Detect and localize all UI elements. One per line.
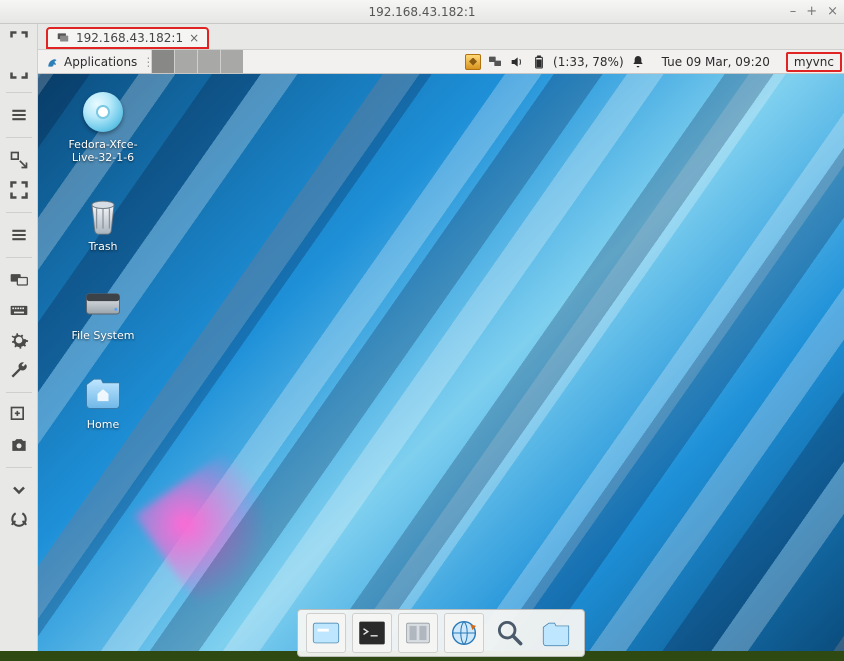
show-desktop-icon [309,616,343,650]
desktop-icon-live-disc[interactable]: Fedora-Xfce-Live-32-1-6 [58,90,148,164]
file-manager-icon [401,616,435,650]
vnc-tab-close-icon[interactable]: × [189,31,199,45]
dock-home-folder[interactable] [536,613,576,653]
desktop-icon-filesystem[interactable]: File System [58,281,148,342]
drive-icon [81,281,125,325]
menu-icon[interactable] [7,103,31,127]
desktop-icon-trash[interactable]: Trash [58,192,148,253]
workspace-1[interactable] [151,50,174,73]
applications-label: Applications [64,55,137,69]
panel-user-label: myvnc [794,55,834,69]
home-folder-icon [81,370,125,414]
trash-icon [81,192,125,236]
corners-bottom-icon[interactable] [7,58,31,82]
window-maximize-button[interactable]: + [806,4,817,19]
panel-user-button[interactable]: myvnc [786,52,842,72]
vnc-client-toolbar [0,24,38,661]
applications-menu-button[interactable]: Applications [38,50,145,73]
volume-icon[interactable] [509,54,525,70]
monitor-icon [56,31,70,45]
xfce-bottom-dock [297,609,585,657]
dock-file-manager[interactable] [398,613,438,653]
dock-app-finder[interactable] [490,613,530,653]
magnifier-icon [493,616,527,650]
battery-icon[interactable] [531,54,547,70]
workspace-3[interactable] [197,50,220,73]
menu-small-icon[interactable] [7,223,31,247]
window-minimize-button[interactable]: – [790,4,797,19]
desktop-icon-label: Fedora-Xfce-Live-32-1-6 [58,138,148,164]
vnc-tab-label: 192.168.43.182:1 [76,31,183,45]
network-icon[interactable] [487,54,503,70]
disconnect-icon[interactable] [7,508,31,532]
battery-status-text: (1:33, 78%) [553,55,624,69]
software-updater-icon[interactable] [465,54,481,70]
remote-desktop-viewport[interactable]: Applications ⋮ [38,50,844,661]
keyboard-icon[interactable] [7,298,31,322]
window-close-button[interactable]: × [827,4,838,19]
scale-mode-icon[interactable] [7,148,31,172]
panel-clock[interactable]: Tue 09 Mar, 09:20 [656,55,776,69]
dock-show-desktop[interactable] [306,613,346,653]
terminal-icon [355,616,389,650]
notification-bell-icon[interactable] [630,54,646,70]
window-title: 192.168.43.182:1 [368,5,475,19]
workspace-4[interactable] [220,50,243,73]
vnc-connection-tab[interactable]: 192.168.43.182:1 × [46,27,209,49]
chevron-down-icon[interactable] [7,478,31,502]
optical-disc-icon [83,92,123,132]
gear-icon[interactable] [7,328,31,352]
xfce-top-panel: Applications ⋮ [38,50,844,74]
window-titlebar[interactable]: 192.168.43.182:1 – + × [0,0,844,24]
desktop-icon-home[interactable]: Home [58,370,148,431]
duplicate-icon[interactable] [7,403,31,427]
workspace-switcher[interactable] [151,50,243,73]
dock-terminal[interactable] [352,613,392,653]
camera-icon[interactable] [7,433,31,457]
desktop-icon-label: File System [72,329,135,342]
desktop-icons: Fedora-Xfce-Live-32-1-6 Trash File Syste… [58,90,148,431]
dock-web-browser[interactable] [444,613,484,653]
corners-top-icon[interactable] [7,28,31,52]
folder-icon [539,616,573,650]
fullscreen-icon[interactable] [7,178,31,202]
multi-monitor-icon[interactable] [7,268,31,292]
xfce-mouse-icon [46,55,60,69]
globe-icon [447,616,481,650]
workspace-2[interactable] [174,50,197,73]
vnc-tab-strip: 192.168.43.182:1 × [38,24,844,50]
wrench-icon[interactable] [7,358,31,382]
desktop-icon-label: Home [87,418,119,431]
desktop-icon-label: Trash [88,240,117,253]
